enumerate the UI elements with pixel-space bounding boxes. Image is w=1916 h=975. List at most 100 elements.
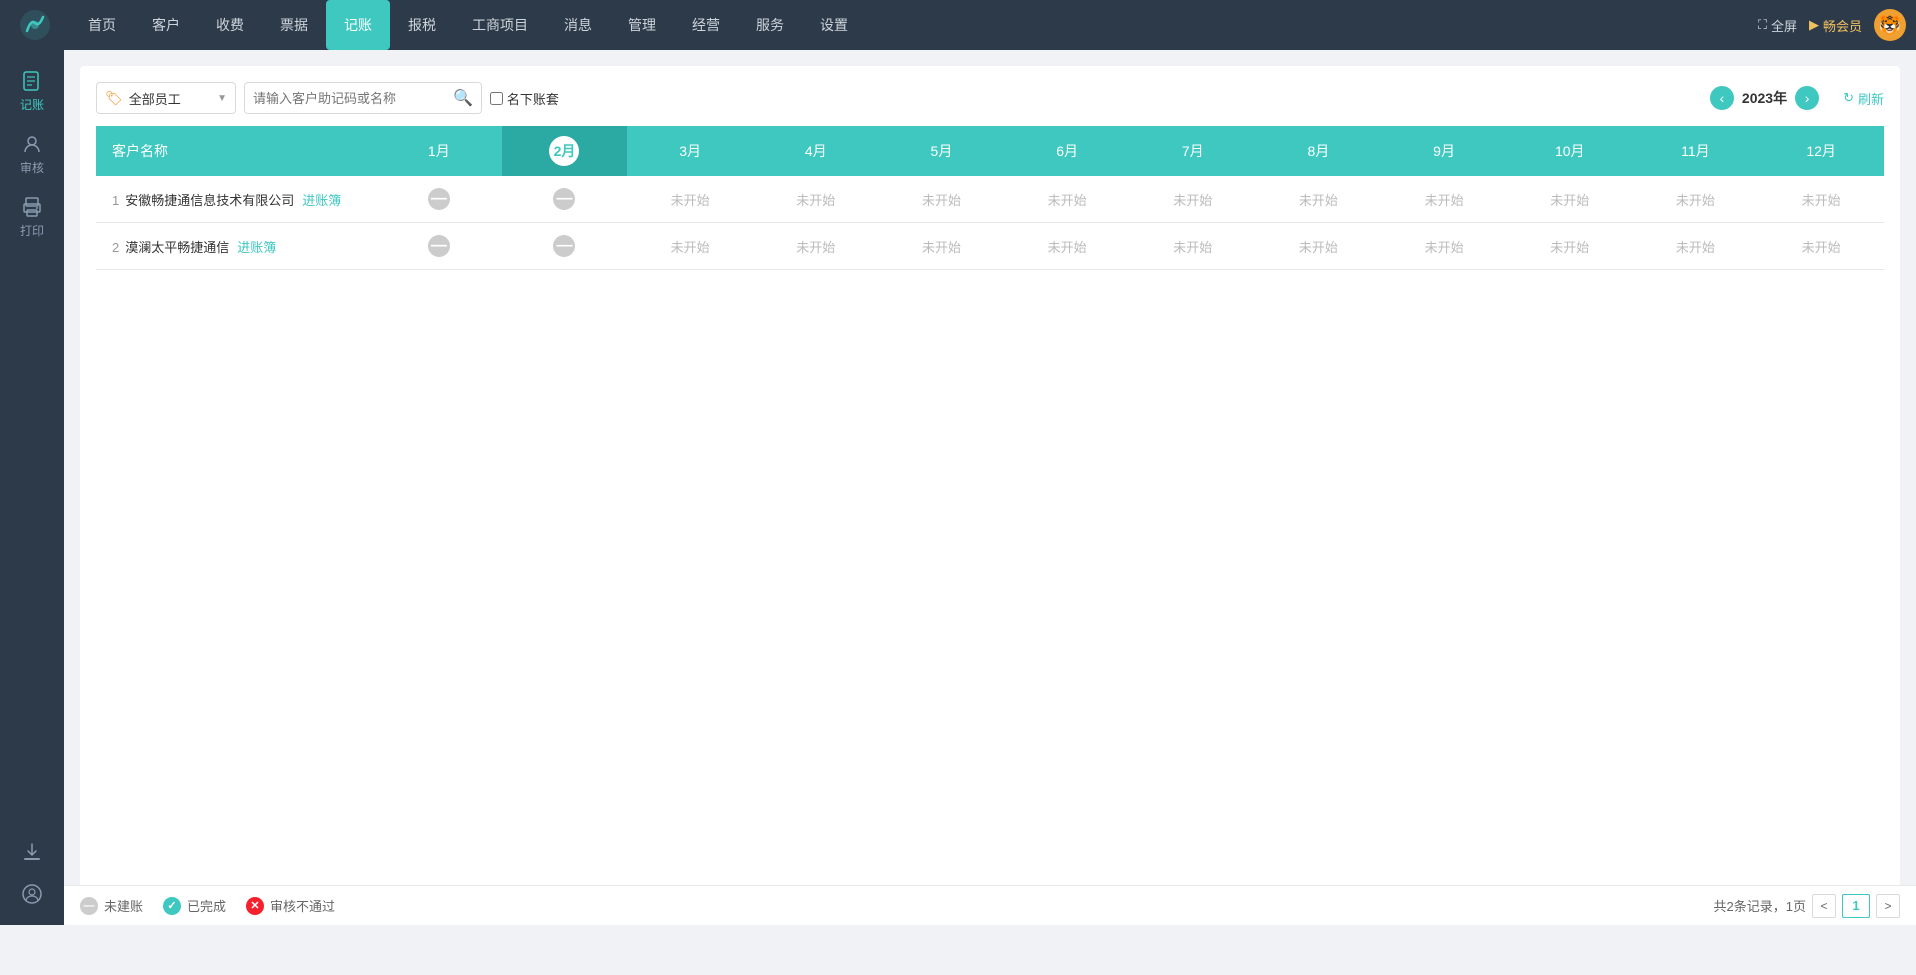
data-table: 客户名称 1月 2月 3月 4月 5月 6月 7月 8月 9月 10月 11月 …: [96, 126, 1884, 270]
nav-manage[interactable]: 管理: [610, 0, 674, 50]
nav-fee[interactable]: 收费: [198, 0, 262, 50]
col-header-jan: 1月: [376, 126, 502, 176]
nav-service[interactable]: 服务: [738, 0, 802, 50]
year-nav: ‹ 2023年 ›: [1710, 86, 1819, 110]
legend-dot-teal: ✓: [163, 897, 181, 915]
nav-home[interactable]: 首页: [70, 0, 134, 50]
next-page-button[interactable]: >: [1876, 894, 1900, 918]
top-nav: 首页 客户 收费 票据 记账 报税 工商项目 消息 管理 经营 服务 设置 ⛶ …: [0, 0, 1916, 50]
logo: [10, 9, 60, 41]
fullscreen-button[interactable]: ⛶ 全屏: [1758, 16, 1797, 35]
enter-ledger-link[interactable]: 进账簿: [237, 240, 276, 255]
search-button[interactable]: 🔍: [445, 82, 481, 114]
checkbox-text: 名下账套: [507, 89, 559, 108]
row-index: 1: [112, 193, 119, 208]
status-dash-icon: —: [553, 235, 575, 257]
next-year-button[interactable]: ›: [1795, 86, 1819, 110]
cell-month-1-8: 未开始: [1381, 223, 1507, 270]
sidebar-item-audit[interactable]: 审核: [0, 123, 64, 186]
cell-month-1-1: —: [502, 223, 628, 270]
not-started-text: 未开始: [1676, 193, 1715, 208]
sidebar-item-user[interactable]: [0, 873, 64, 915]
not-started-text: 未开始: [1802, 193, 1841, 208]
not-started-text: 未开始: [1299, 240, 1338, 255]
cell-month-0-4: 未开始: [879, 176, 1005, 223]
main-content: 🏷 全部员工 ▼ 🔍 名下账套 ‹ 2023年 › ↻ 刷新: [64, 50, 1916, 925]
toolbar: 🏷 全部员工 ▼ 🔍 名下账套 ‹ 2023年 › ↻ 刷新: [96, 82, 1884, 114]
search-input[interactable]: [245, 91, 445, 106]
not-started-text: 未开始: [1173, 193, 1212, 208]
table-row: 1安徽畅捷通信息技术有限公司进账簿——未开始未开始未开始未开始未开始未开始未开始…: [96, 176, 1884, 223]
checkbox-label-mine[interactable]: 名下账套: [490, 89, 559, 108]
company-name: 漠澜太平畅捷通信: [125, 240, 229, 255]
left-sidebar: 记账 审核 打印: [0, 50, 64, 925]
avatar[interactable]: 🐯: [1874, 9, 1906, 41]
mine-checkbox[interactable]: [490, 92, 503, 105]
vip-button[interactable]: ▶ 畅会员: [1809, 16, 1862, 35]
not-started-text: 未开始: [1802, 240, 1841, 255]
not-started-text: 未开始: [922, 193, 961, 208]
prev-page-button[interactable]: <: [1812, 894, 1836, 918]
sidebar-bookkeeping-label: 记账: [20, 96, 44, 113]
cell-month-0-2: 未开始: [627, 176, 753, 223]
col-header-nov: 11月: [1633, 126, 1759, 176]
cell-month-1-11: 未开始: [1758, 223, 1884, 270]
print-icon: [21, 196, 43, 218]
cell-name-0: 1安徽畅捷通信息技术有限公司进账簿: [96, 176, 376, 223]
nav-bookkeeping[interactable]: 记账: [326, 0, 390, 50]
footer-legend: — 未建账 ✓ 已完成 ✕ 审核不通过 共2条记录，1页 < 1 >: [64, 885, 1916, 925]
nav-tax[interactable]: 报税: [390, 0, 454, 50]
refresh-button[interactable]: ↻ 刷新: [1843, 89, 1884, 108]
not-started-text: 未开始: [1550, 193, 1589, 208]
not-started-text: 未开始: [922, 240, 961, 255]
col-header-oct: 10月: [1507, 126, 1633, 176]
fullscreen-label: 全屏: [1771, 16, 1797, 35]
cell-month-0-6: 未开始: [1130, 176, 1256, 223]
col-header-name: 客户名称: [96, 126, 376, 176]
refresh-label: 刷新: [1858, 89, 1884, 108]
nav-right: ⛶ 全屏 ▶ 畅会员 🐯: [1758, 9, 1906, 41]
prev-year-button[interactable]: ‹: [1710, 86, 1734, 110]
vip-label: 畅会员: [1823, 16, 1862, 35]
not-started-text: 未开始: [671, 240, 710, 255]
not-started-text: 未开始: [1048, 240, 1087, 255]
enter-ledger-link[interactable]: 进账簿: [302, 193, 341, 208]
col-header-mar: 3月: [627, 126, 753, 176]
nav-settings[interactable]: 设置: [802, 0, 866, 50]
not-started-text: 未开始: [1425, 193, 1464, 208]
nav-operation[interactable]: 经营: [674, 0, 738, 50]
not-started-text: 未开始: [796, 240, 835, 255]
employee-select-text: 全部员工: [129, 89, 211, 108]
cell-month-1-3: 未开始: [753, 223, 879, 270]
nav-business[interactable]: 工商项目: [454, 0, 546, 50]
not-started-text: 未开始: [1676, 240, 1715, 255]
legend-dot-red: ✕: [246, 897, 264, 915]
col-header-sep: 9月: [1381, 126, 1507, 176]
col-header-apr: 4月: [753, 126, 879, 176]
nav-client[interactable]: 客户: [134, 0, 198, 50]
legend-rejected: ✕ 审核不通过: [246, 896, 335, 915]
cell-month-0-1: —: [502, 176, 628, 223]
sidebar-item-bookkeeping[interactable]: 记账: [0, 60, 64, 123]
cell-month-0-9: 未开始: [1507, 176, 1633, 223]
nav-message[interactable]: 消息: [546, 0, 610, 50]
not-started-text: 未开始: [1173, 240, 1212, 255]
download-icon: [21, 841, 43, 863]
cell-month-1-4: 未开始: [879, 223, 1005, 270]
not-started-text: 未开始: [1425, 240, 1464, 255]
sidebar-item-print[interactable]: 打印: [0, 186, 64, 249]
legend-completed-label: 已完成: [187, 896, 226, 915]
legend-completed: ✓ 已完成: [163, 896, 226, 915]
vip-icon: ▶: [1809, 17, 1819, 33]
nav-invoice[interactable]: 票据: [262, 0, 326, 50]
sidebar-item-download[interactable]: [0, 831, 64, 873]
cell-month-1-6: 未开始: [1130, 223, 1256, 270]
employee-select[interactable]: 🏷 全部员工 ▼: [96, 82, 236, 114]
col-header-may: 5月: [879, 126, 1005, 176]
current-page: 1: [1842, 894, 1870, 918]
sidebar-audit-label: 审核: [20, 159, 44, 176]
not-started-text: 未开始: [1048, 193, 1087, 208]
legend-not-created: — 未建账: [80, 896, 143, 915]
cell-month-1-2: 未开始: [627, 223, 753, 270]
cell-month-0-0: —: [376, 176, 502, 223]
